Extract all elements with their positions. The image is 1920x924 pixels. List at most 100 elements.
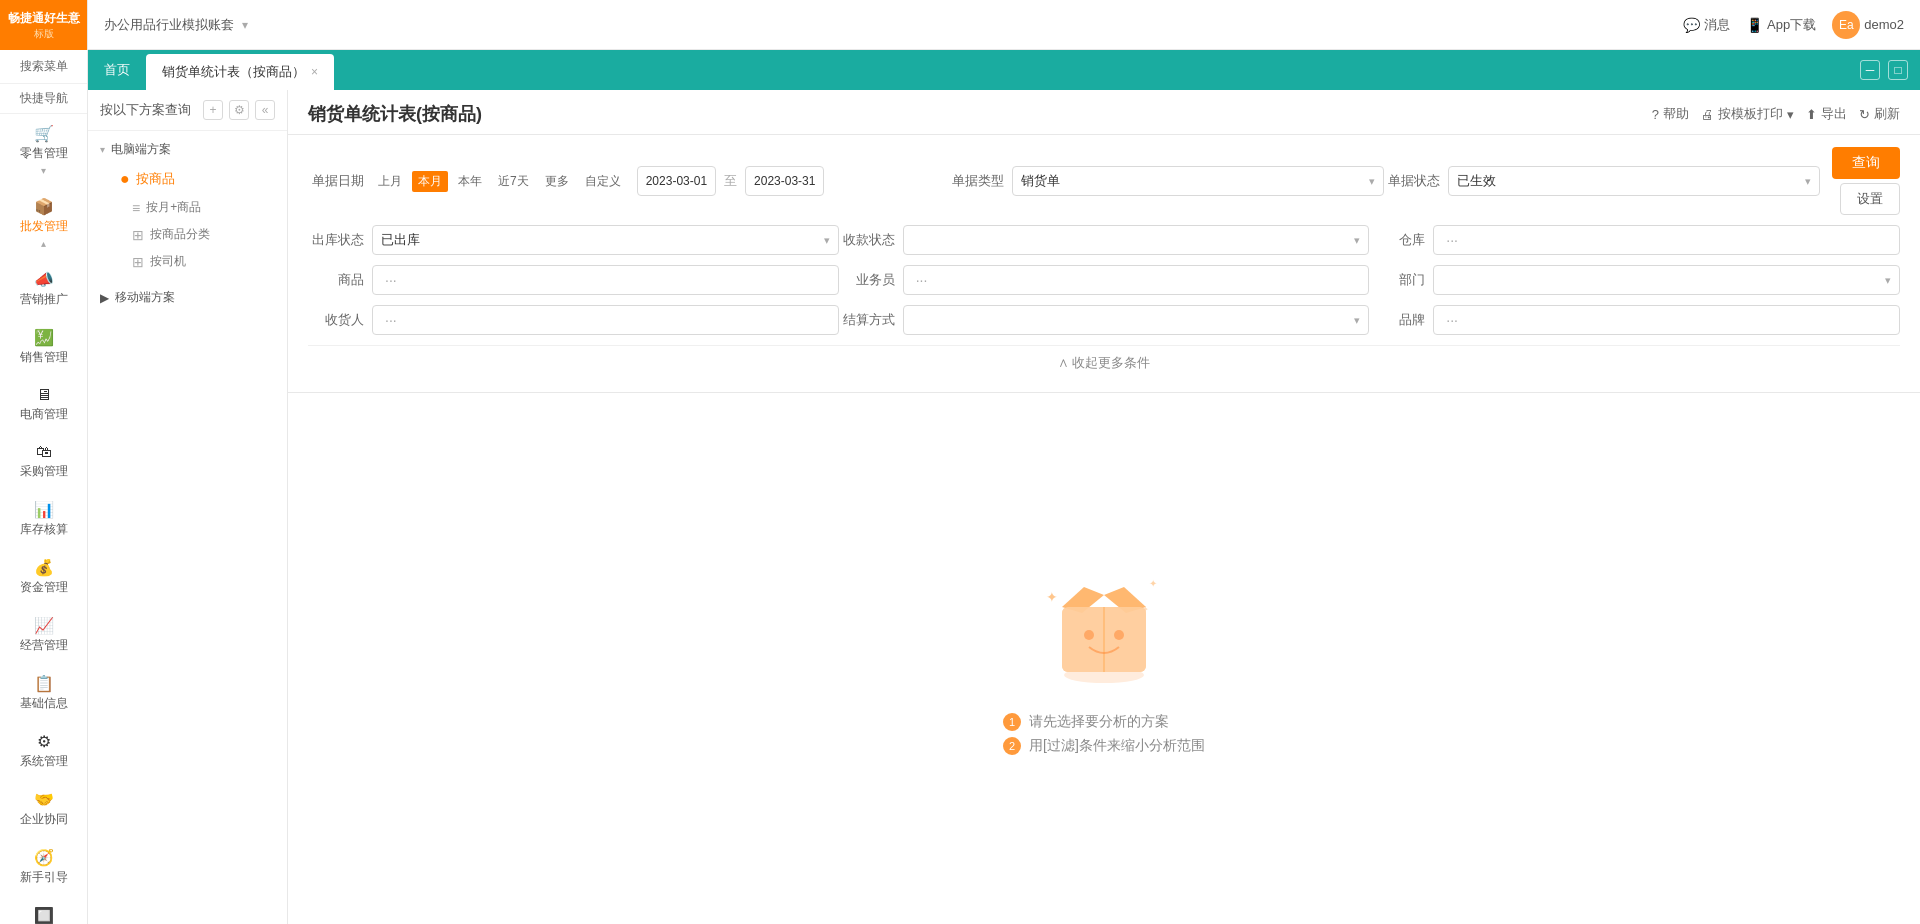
receiver-dots-icon[interactable]: ··· xyxy=(381,312,401,328)
empty-illustration: ✦ ✦ ✦ xyxy=(1034,557,1174,687)
refresh-label: 刷新 xyxy=(1874,105,1900,123)
sidebar-item-finance[interactable]: 💰 资金管理 xyxy=(0,548,87,606)
svg-text:✦: ✦ xyxy=(1046,589,1058,605)
sidebar-item-sys-mgmt-label: 系统管理 xyxy=(0,753,87,770)
tab-bar: 首页 销货单统计表（按商品） × ─ □ xyxy=(88,50,1920,90)
message-button[interactable]: 💬 消息 xyxy=(1683,16,1730,34)
topbar-dropdown-icon[interactable]: ▾ xyxy=(242,18,248,32)
receipt-status-select[interactable]: ▾ xyxy=(903,225,1370,255)
filter-panel-header: 按以下方案查询 + ⚙ « xyxy=(88,90,287,131)
sidebar-item-inventory[interactable]: 📊 库存核算 xyxy=(0,490,87,548)
filter-item-by-customer[interactable]: ⊞ 按司机 xyxy=(88,248,287,275)
date-tab-this-month[interactable]: 本月 xyxy=(412,171,448,192)
sidebar-item-guide[interactable]: 🧭 新手引导 xyxy=(0,838,87,896)
sidebar-item-base-info-label: 基础信息 xyxy=(0,695,87,712)
sidebar-item-operations[interactable]: 📈 经营管理 xyxy=(0,606,87,664)
topbar: 办公用品行业模拟账套 ▾ 💬 消息 📱 App下载 Ea demo2 xyxy=(88,0,1920,50)
sidebar-item-marketing[interactable]: 📣 营销推广 xyxy=(0,260,87,318)
brand-dots-icon[interactable]: ··· xyxy=(1442,312,1462,328)
sidebar-item-inventory-label: 库存核算 xyxy=(0,521,87,538)
sidebar-item-wholesale[interactable]: 📦 批发管理 ▴ xyxy=(0,187,87,260)
filter-group-pc-header[interactable]: ▾ 电脑端方案 xyxy=(88,135,287,164)
filter-row-3: 商品 ··· 业务员 ··· xyxy=(308,265,1900,295)
sidebar-item-base-info[interactable]: 📋 基础信息 xyxy=(0,664,87,722)
salesperson-input[interactable]: ··· xyxy=(903,265,1370,295)
receipt-status-field: 收款状态 ▾ xyxy=(839,225,1370,255)
sidebar-item-guide-label: 新手引导 xyxy=(0,869,87,886)
tab-actions: ─ □ xyxy=(1860,60,1920,80)
filter-add-button[interactable]: + xyxy=(203,100,223,120)
out-status-select[interactable]: 已出库 ▾ xyxy=(372,225,839,255)
setting-button[interactable]: 设置 xyxy=(1840,183,1900,215)
sidebar-item-purchase[interactable]: 🛍 采购管理 xyxy=(0,433,87,490)
tab-sales-stats[interactable]: 销货单统计表（按商品） × xyxy=(146,54,334,90)
product-field: 商品 ··· xyxy=(308,265,839,295)
doc-status-label: 单据状态 xyxy=(1384,172,1448,190)
date-tab-this-year[interactable]: 本年 xyxy=(452,171,488,192)
payment-select[interactable]: ▾ xyxy=(903,305,1370,335)
product-label: 商品 xyxy=(308,271,372,289)
help-button[interactable]: ? 帮助 xyxy=(1652,105,1689,123)
filter-panel-title: 按以下方案查询 xyxy=(100,101,191,119)
export-button[interactable]: ⬆ 导出 xyxy=(1806,105,1847,123)
query-button[interactable]: 查询 xyxy=(1832,147,1900,179)
calendar-icon: ≡ xyxy=(132,200,140,216)
date-tabs: 上月 本月 本年 近7天 更多 自定义 xyxy=(372,171,627,192)
product-input[interactable]: ··· xyxy=(372,265,839,295)
date-from-value: 2023-03-01 xyxy=(646,174,707,188)
expand-triangle-icon: ▾ xyxy=(100,144,105,155)
date-field: 单据日期 上月 本月 本年 近7天 更多 自定义 xyxy=(308,166,948,196)
tab-home[interactable]: 首页 xyxy=(88,50,146,90)
warehouse-dots-icon[interactable]: ··· xyxy=(1442,232,1462,248)
sidebar-item-ecommerce[interactable]: 🖥 电商管理 xyxy=(0,376,87,433)
filter-item-by-category[interactable]: ⊞ 按商品分类 xyxy=(88,221,287,248)
retail-arrow-icon: ▾ xyxy=(41,165,46,176)
filter-setting-button[interactable]: ⚙ xyxy=(229,100,249,120)
date-tab-last-month[interactable]: 上月 xyxy=(372,171,408,192)
sales-mgmt-icon: 💹 xyxy=(34,329,54,346)
dept-select[interactable]: ▾ xyxy=(1433,265,1900,295)
sidebar-item-sys-mgmt[interactable]: ⚙ 系统管理 xyxy=(0,722,87,780)
sidebar-quick-nav[interactable]: 快捷导航 xyxy=(0,84,87,114)
sidebar-item-app-center[interactable]: 🔲 应用中心 xyxy=(0,896,87,924)
sidebar-item-operations-label: 经营管理 xyxy=(0,637,87,654)
date-from-input[interactable]: 2023-03-01 xyxy=(637,166,716,196)
date-tab-more[interactable]: 更多 xyxy=(539,171,575,192)
sidebar-item-retail[interactable]: 🛒 零售管理 ▾ xyxy=(0,114,87,187)
sidebar-search[interactable]: 搜索菜单 xyxy=(0,50,87,84)
add-icon: + xyxy=(209,103,216,117)
user-profile[interactable]: Ea demo2 xyxy=(1832,11,1904,39)
out-status-field: 出库状态 已出库 ▾ xyxy=(308,225,839,255)
base-info-icon: 📋 xyxy=(34,675,54,692)
print-template-button[interactable]: 🖨 按模板打印 ▾ xyxy=(1701,105,1794,123)
doc-status-select[interactable]: 已生效 ▾ xyxy=(1448,166,1820,196)
brand-input[interactable]: ··· xyxy=(1433,305,1900,335)
filter-row-1: 单据日期 上月 本月 本年 近7天 更多 自定义 xyxy=(308,147,1900,215)
refresh-button[interactable]: ↻ 刷新 xyxy=(1859,105,1900,123)
app-logo-text: 畅捷通好生意 xyxy=(8,10,80,27)
dept-arrow-icon: ▾ xyxy=(1885,274,1891,287)
tab-minimize-button[interactable]: ─ xyxy=(1860,60,1880,80)
filter-item-by-month-product[interactable]: ≡ 按月+商品 xyxy=(88,194,287,221)
salesperson-dots-icon[interactable]: ··· xyxy=(912,272,932,288)
message-label: 消息 xyxy=(1704,16,1730,34)
product-dots-icon[interactable]: ··· xyxy=(381,272,401,288)
filter-item-by-product[interactable]: ● 按商品 xyxy=(88,164,287,194)
sidebar-item-ecommerce-label: 电商管理 xyxy=(0,406,87,423)
date-to-input[interactable]: 2023-03-31 xyxy=(745,166,824,196)
collapse-button[interactable]: ∧ 收起更多条件 xyxy=(308,345,1900,380)
tab-close-icon[interactable]: × xyxy=(311,65,318,79)
tab-maximize-button[interactable]: □ xyxy=(1888,60,1908,80)
date-tab-custom[interactable]: 自定义 xyxy=(579,171,627,192)
app-logo-sub: 标版 xyxy=(34,27,54,41)
warehouse-input[interactable]: ··· xyxy=(1433,225,1900,255)
doc-type-select[interactable]: 销货单 ▾ xyxy=(1012,166,1384,196)
gear-icon: ⚙ xyxy=(234,103,245,117)
sidebar-item-enterprise[interactable]: 🤝 企业协同 xyxy=(0,780,87,838)
receiver-input[interactable]: ··· xyxy=(372,305,839,335)
app-download-button[interactable]: 📱 App下载 xyxy=(1746,16,1816,34)
date-tab-7days[interactable]: 近7天 xyxy=(492,171,535,192)
sidebar-item-sales-mgmt[interactable]: 💹 销售管理 xyxy=(0,318,87,376)
filter-group-mobile-header[interactable]: ▶ 移动端方案 xyxy=(88,283,287,312)
filter-collapse-button[interactable]: « xyxy=(255,100,275,120)
